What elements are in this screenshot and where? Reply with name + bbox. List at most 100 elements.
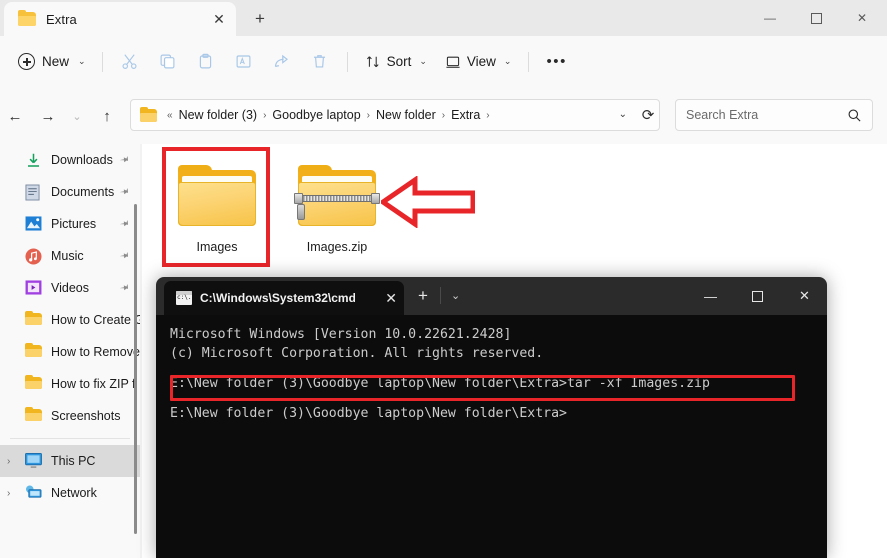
back-button[interactable]: ← [0, 101, 30, 131]
breadcrumb-item-1[interactable]: Goodbye laptop [271, 108, 361, 122]
more-options-button[interactable]: ••• [537, 46, 576, 78]
close-tab-icon[interactable]: ✕ [210, 10, 228, 28]
breadcrumb-separator: › [486, 109, 490, 121]
new-tab-icon[interactable]: + [246, 6, 274, 32]
explorer-window: Extra ✕ + — ✕ New ⌄ Sort ⌄ View ⌄ ••• ← … [0, 0, 887, 558]
chevron-right-icon[interactable]: › [7, 456, 10, 467]
sidebar-item-how-to-fix-zip[interactable]: How to fix ZIP f [0, 368, 140, 400]
breadcrumb-item-0[interactable]: New folder (3) [178, 108, 259, 122]
title-bar: Extra ✕ + — ✕ [0, 0, 887, 36]
search-box[interactable]: Search Extra [675, 99, 873, 131]
chevron-down-icon[interactable]: ⌄ [451, 289, 460, 302]
ellipsis-icon: ••• [546, 52, 568, 70]
sidebar-item-pictures[interactable]: Pictures [0, 208, 140, 240]
terminal-maximize-button[interactable] [735, 277, 780, 315]
terminal-prompt-line: E:\New folder (3)\Goodbye laptop\New fol… [170, 406, 567, 421]
pin-icon [114, 279, 131, 297]
chevron-down-icon[interactable]: ⌄ [619, 109, 627, 120]
delete-button[interactable] [301, 46, 339, 78]
new-button[interactable]: New ⌄ [8, 46, 94, 78]
toolbar-divider [101, 51, 103, 72]
sidebar-item-label: Videos [51, 281, 89, 295]
pin-icon [114, 151, 131, 169]
breadcrumb-item-3[interactable]: Extra [450, 108, 481, 122]
sidebar-item-music[interactable]: Music [0, 240, 140, 272]
address-bar[interactable]: « New folder (3) › Goodbye laptop › New … [130, 99, 660, 131]
sort-label: Sort [386, 54, 412, 69]
sidebar-item-label: Screenshots [51, 409, 121, 423]
explorer-tab-extra[interactable]: Extra ✕ [4, 2, 236, 36]
document-icon [25, 184, 42, 201]
sidebar-item-how-to-remove[interactable]: How to Remove [0, 336, 140, 368]
close-button[interactable]: ✕ [839, 0, 885, 36]
breadcrumb-separator: › [366, 109, 371, 121]
search-icon [848, 109, 861, 122]
file-item-images-zip[interactable]: Images.zip [282, 156, 392, 254]
sidebar-item-label: How to Remove [51, 345, 140, 359]
sidebar-divider [10, 438, 130, 439]
rename-button[interactable] [225, 46, 263, 78]
terminal-close-button[interactable]: ✕ [782, 277, 827, 315]
breadcrumb-separator: › [263, 109, 267, 121]
maximize-button[interactable] [793, 0, 839, 36]
toolbar-divider-2 [346, 51, 348, 72]
annotation-highlight-box [162, 147, 270, 267]
pin-icon [114, 183, 131, 201]
command-toolbar: New ⌄ Sort ⌄ View ⌄ ••• [0, 36, 887, 87]
share-button[interactable] [263, 46, 301, 78]
close-tab-icon[interactable]: ✕ [385, 290, 397, 307]
sidebar-item-label: How to Create G [51, 313, 140, 327]
recent-locations-button[interactable]: ⌄ [62, 101, 92, 131]
sidebar-item-how-to-create[interactable]: How to Create G [0, 304, 140, 336]
folder-icon [25, 374, 42, 393]
terminal-tab-cmd[interactable]: C:\Windows\System32\cmd.e ✕ [164, 281, 404, 315]
picture-icon [25, 215, 42, 233]
forward-button[interactable]: → [33, 101, 63, 131]
network-icon [25, 484, 42, 502]
new-tab-icon[interactable]: + [418, 286, 428, 306]
video-icon [25, 279, 42, 297]
terminal-minimize-button[interactable]: — [688, 277, 733, 315]
minimize-button[interactable]: — [747, 0, 793, 36]
terminal-output[interactable]: Microsoft Windows [Version 10.0.22621.24… [156, 315, 827, 558]
sidebar-item-screenshots[interactable]: Screenshots [0, 400, 140, 432]
cut-button[interactable] [111, 46, 149, 78]
terminal-line: Microsoft Windows [Version 10.0.22621.24… [170, 327, 512, 342]
terminal-line: (c) Microsoft Corporation. All rights re… [170, 346, 544, 361]
sort-button[interactable]: Sort ⌄ [356, 46, 436, 78]
paste-button[interactable] [187, 46, 225, 78]
search-input[interactable]: Search Extra [686, 108, 847, 122]
chevron-right-icon[interactable]: › [7, 488, 10, 499]
pin-icon [114, 215, 131, 233]
toolbar-divider-3 [528, 51, 530, 72]
left-arrow-icon [378, 175, 476, 233]
chevron-down-icon: ⌄ [78, 56, 86, 66]
breadcrumb-item-2[interactable]: New folder [375, 108, 437, 122]
new-label: New [42, 54, 70, 69]
pin-icon [114, 247, 131, 265]
up-button[interactable]: ↑ [92, 101, 122, 131]
folder-icon [25, 406, 42, 425]
sidebar-item-label: Network [51, 486, 97, 500]
view-button[interactable]: View ⌄ [436, 46, 521, 78]
sidebar-item-documents[interactable]: Documents [0, 176, 140, 208]
window-controls: — ✕ [747, 0, 887, 36]
sidebar-item-label: How to fix ZIP f [51, 377, 136, 391]
console-icon [176, 291, 192, 305]
folder-icon [25, 342, 42, 361]
sidebar-item-downloads[interactable]: Downloads [0, 144, 140, 176]
folder-icon [18, 10, 36, 26]
sidebar-item-videos[interactable]: Videos [0, 272, 140, 304]
sidebar-scrollbar-thumb[interactable] [134, 204, 137, 534]
copy-button[interactable] [149, 46, 187, 78]
terminal-tab-title: C:\Windows\System32\cmd.e [200, 291, 355, 305]
breadcrumb-overflow[interactable]: « [162, 110, 178, 121]
folder-icon [25, 310, 42, 329]
refresh-button[interactable]: ⟳ [632, 99, 664, 131]
navigation-pane: Downloads Documents Pictures Music Video… [0, 144, 140, 558]
view-label: View [466, 54, 496, 69]
command-prompt-window[interactable]: C:\Windows\System32\cmd.e ✕ + ⌄ — ✕ Micr… [156, 277, 827, 558]
sidebar-item-this-pc[interactable]: › This PC [0, 445, 140, 477]
sidebar-item-network[interactable]: › Network [0, 477, 140, 509]
